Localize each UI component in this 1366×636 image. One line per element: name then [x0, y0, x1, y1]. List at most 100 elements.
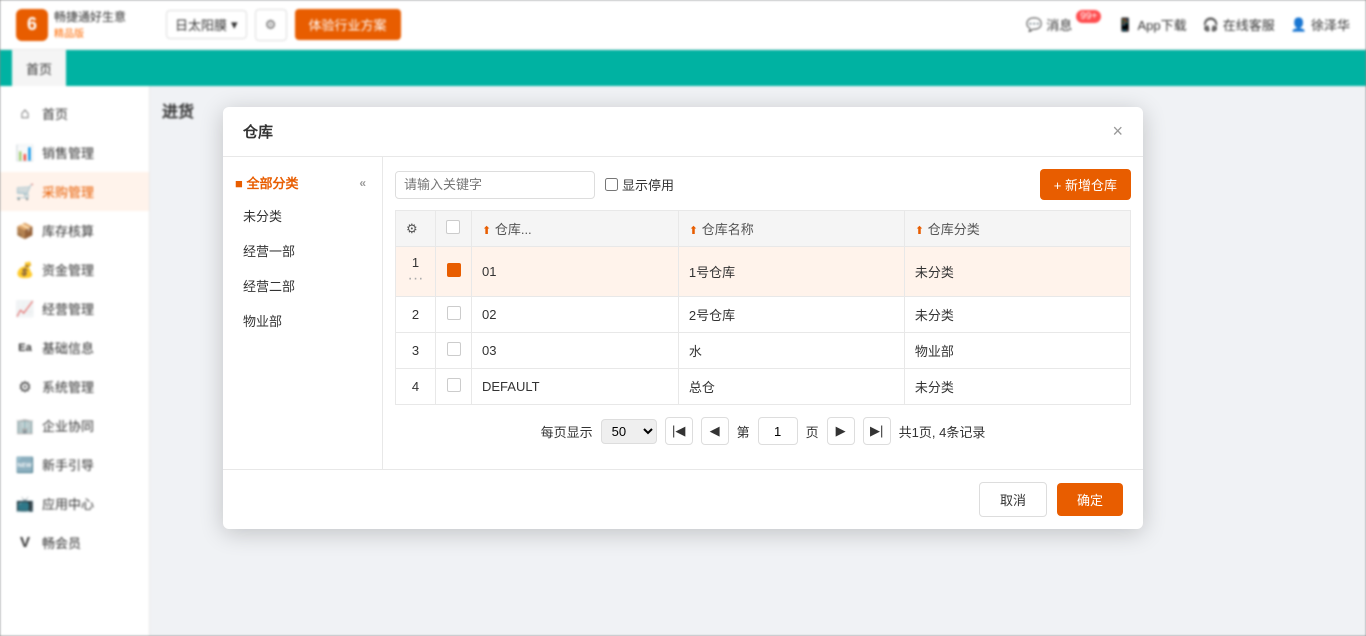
- sidebar-item-home[interactable]: ⌂ 首页: [0, 94, 149, 133]
- sidebar-item-stock[interactable]: 📦 库存核算: [0, 211, 149, 250]
- th-name: ⬆ 仓库名称: [678, 211, 904, 247]
- row-code: 01: [472, 247, 679, 297]
- nav-right: 💬 消息 99+ 📱 App下载 🎧 在线客服 👤 徐泽华: [1026, 15, 1350, 34]
- sort-icon-code: ⬆: [482, 225, 491, 237]
- sidebar-item-basic[interactable]: Ea 基础信息: [0, 328, 149, 367]
- add-warehouse-button[interactable]: + 新增仓库: [1040, 169, 1131, 200]
- page-suffix: 页: [806, 422, 819, 441]
- sidebar-label-sales: 销售管理: [42, 143, 94, 162]
- row-num: 2: [396, 297, 436, 333]
- row-num: 4: [396, 369, 436, 405]
- pagination: 每页显示 50 10 20 100 |◀ ◀ 第 页 ▶ ▶| 共1页, 4条记…: [395, 405, 1131, 457]
- page-label: 第: [737, 422, 750, 441]
- show-disabled-checkbox[interactable]: [605, 178, 618, 191]
- sidebar-label-purchase: 采购管理: [42, 182, 94, 201]
- logo-area: 6 畅捷通好生意 精品版: [16, 9, 166, 41]
- more-options-icon[interactable]: ···: [408, 270, 424, 287]
- system-icon: ⚙: [16, 378, 34, 396]
- row-code: 02: [472, 297, 679, 333]
- prev-page-button[interactable]: ◀: [701, 417, 729, 445]
- try-industry-button[interactable]: 体验行业方案: [295, 9, 401, 40]
- app-download-button[interactable]: 📱 App下载: [1117, 15, 1186, 34]
- username-label: 徐泽华: [1311, 15, 1350, 34]
- all-category-header[interactable]: ■ 全部分类 «: [223, 167, 382, 198]
- search-button[interactable]: 🔍: [588, 172, 595, 198]
- sidebar-label-stock: 库存核算: [42, 221, 94, 240]
- sort-icon-category: ⬆: [915, 225, 924, 237]
- sidebar-item-purchase[interactable]: 🛒 采购管理: [0, 172, 149, 211]
- member-icon: V: [16, 534, 34, 552]
- row-num: 3: [396, 333, 436, 369]
- appcenter-icon: 📺: [16, 495, 34, 513]
- purchase-icon: 🛒: [16, 183, 34, 201]
- sidebar-item-business[interactable]: 📈 经营管理: [0, 289, 149, 328]
- all-category-label: ■ 全部分类: [235, 173, 298, 192]
- messages-button[interactable]: 💬 消息 99+: [1026, 15, 1101, 34]
- row-name: 2号仓库: [678, 297, 904, 333]
- phone-icon: 📱: [1117, 17, 1133, 33]
- row-name: 水: [678, 333, 904, 369]
- row-checkbox-cell: [436, 247, 472, 297]
- row-name: 1号仓库: [678, 247, 904, 297]
- sidebar-item-member[interactable]: V 畅会员: [0, 523, 149, 562]
- sidebar-item-appcenter[interactable]: 📺 应用中心: [0, 484, 149, 523]
- collapse-button[interactable]: «: [355, 176, 370, 190]
- table-row[interactable]: 2 02 2号仓库 未分类: [396, 297, 1131, 333]
- sidebar-item-sales[interactable]: 📊 销售管理: [0, 133, 149, 172]
- confirm-button[interactable]: 确定: [1057, 483, 1123, 516]
- total-info: 共1页, 4条记录: [899, 422, 986, 441]
- per-page-label: 每页显示: [541, 422, 593, 441]
- row-checkbox[interactable]: [447, 342, 461, 356]
- store-selector[interactable]: 日太阳膜 ▾: [166, 10, 247, 39]
- search-box: 🔍: [395, 171, 595, 199]
- modal-body: ■ 全部分类 « 未分类 经营一部 经营二部 物业部 🔍: [223, 157, 1143, 469]
- warehouse-table: ⚙ ⬆ 仓库... ⬆ 仓库名称 ⬆ 仓库分类 1 ··· 01 1号仓库: [395, 210, 1131, 405]
- row-checkbox[interactable]: [447, 306, 461, 320]
- row-checkbox-cell: [436, 369, 472, 405]
- modal-close-button[interactable]: ×: [1112, 121, 1123, 142]
- sidebar-item-enterprise[interactable]: 🏢 企业协同: [0, 406, 149, 445]
- search-input[interactable]: [396, 172, 588, 197]
- finance-icon: 💰: [16, 261, 34, 279]
- message-badge: 99+: [1076, 10, 1101, 23]
- brand-name: 畅捷通好生意: [54, 9, 126, 26]
- user-profile-button[interactable]: 👤 徐泽华: [1291, 15, 1350, 34]
- sub-nav: 首页: [0, 50, 1366, 86]
- per-page-select[interactable]: 50 10 20 100: [601, 419, 657, 444]
- sidebar-label-business: 经营管理: [42, 299, 94, 318]
- category-item-property[interactable]: 物业部: [223, 303, 382, 338]
- sidebar-item-finance[interactable]: 💰 资金管理: [0, 250, 149, 289]
- modal-overlay[interactable]: 6 畅捷通好生意 精品版 日太阳膜 ▾ ⚙ 体验行业方案 💬 消息 99+: [0, 0, 1366, 636]
- next-page-button[interactable]: ▶: [827, 417, 855, 445]
- modal-title: 仓库: [243, 121, 273, 142]
- online-service-button[interactable]: 🎧 在线客服: [1203, 15, 1275, 34]
- category-panel: ■ 全部分类 « 未分类 经营一部 经营二部 物业部: [223, 157, 383, 469]
- sidebar-label-guide: 新手引导: [42, 455, 94, 474]
- table-row[interactable]: 3 03 水 物业部: [396, 333, 1131, 369]
- subnav-home[interactable]: 首页: [12, 50, 66, 86]
- modal-header: 仓库 ×: [223, 107, 1143, 157]
- sidebar-item-system[interactable]: ⚙ 系统管理: [0, 367, 149, 406]
- avatar-icon: 👤: [1291, 17, 1307, 33]
- online-service-label: 在线客服: [1223, 15, 1275, 34]
- row-code: 03: [472, 333, 679, 369]
- sidebar-item-guide[interactable]: 🆕 新手引导: [0, 445, 149, 484]
- row-checkbox[interactable]: [447, 263, 461, 277]
- first-page-button[interactable]: |◀: [665, 417, 693, 445]
- show-disabled-label[interactable]: 显示停用: [605, 175, 674, 194]
- sort-icon-name: ⬆: [689, 225, 698, 237]
- cancel-button[interactable]: 取消: [979, 482, 1047, 517]
- enterprise-icon: 🏢: [16, 417, 34, 435]
- home-icon: ⌂: [16, 105, 34, 123]
- category-item-unclassified[interactable]: 未分类: [223, 198, 382, 233]
- settings-button[interactable]: ⚙: [255, 9, 287, 41]
- page-number-input[interactable]: [758, 417, 798, 445]
- category-item-dept1[interactable]: 经营一部: [223, 233, 382, 268]
- table-row[interactable]: 1 ··· 01 1号仓库 未分类: [396, 247, 1131, 297]
- table-row[interactable]: 4 DEFAULT 总仓 未分类: [396, 369, 1131, 405]
- select-all-checkbox[interactable]: [446, 220, 460, 234]
- row-checkbox[interactable]: [447, 378, 461, 392]
- app-download-label: App下载: [1137, 15, 1186, 34]
- last-page-button[interactable]: ▶|: [863, 417, 891, 445]
- category-item-dept2[interactable]: 经营二部: [223, 268, 382, 303]
